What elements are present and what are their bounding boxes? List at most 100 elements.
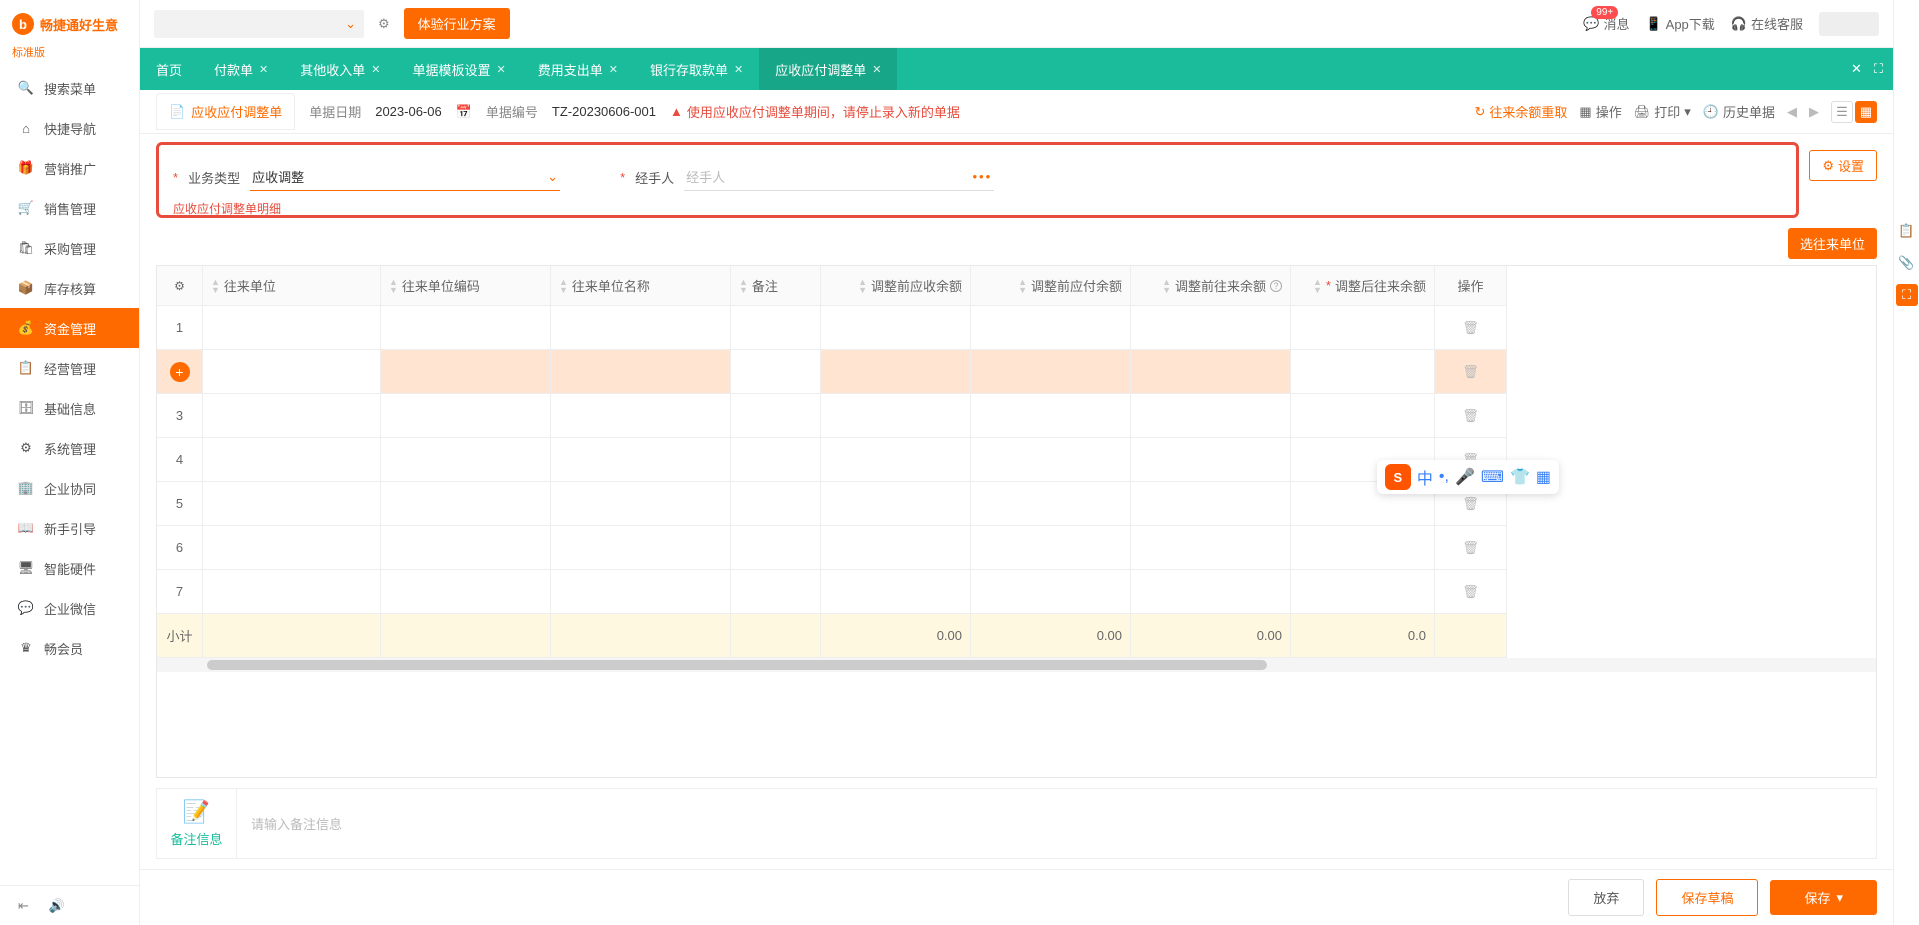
tabs-close-all-icon[interactable]: ✕ — [1851, 61, 1862, 77]
scrollbar-thumb[interactable] — [207, 660, 1267, 670]
cell[interactable] — [821, 350, 971, 394]
cell[interactable] — [731, 438, 821, 482]
cell[interactable] — [1131, 350, 1291, 394]
col-after[interactable]: ▲▼*调整后往来余额 — [1291, 266, 1435, 306]
cell[interactable] — [203, 482, 381, 526]
col-name[interactable]: ▲▼往来单位名称 — [551, 266, 731, 306]
user-avatar[interactable] — [1819, 12, 1879, 36]
cell[interactable] — [381, 482, 551, 526]
close-icon[interactable]: ✕ — [371, 63, 380, 76]
cell[interactable] — [1131, 526, 1291, 570]
save-button[interactable]: 保存▾ — [1770, 880, 1877, 915]
settings-button[interactable]: ⚙设置 — [1809, 150, 1877, 181]
cell[interactable] — [1131, 438, 1291, 482]
nav-home[interactable]: ⌂快捷导航 — [0, 108, 139, 148]
h-scrollbar[interactable] — [157, 658, 1876, 672]
ime-keyboard-icon[interactable]: ⌨ — [1481, 467, 1504, 487]
cell[interactable] — [203, 570, 381, 614]
cell[interactable] — [821, 306, 971, 350]
select-unit-button[interactable]: 选往来单位 — [1788, 228, 1877, 259]
tab-payment[interactable]: 付款单✕ — [198, 48, 284, 90]
cell[interactable] — [203, 438, 381, 482]
dock-note-button[interactable]: 📋 — [1896, 220, 1918, 242]
nav-system[interactable]: ⚙系统管理 — [0, 428, 139, 468]
cell[interactable] — [971, 526, 1131, 570]
cell[interactable] — [381, 394, 551, 438]
close-icon[interactable]: ✕ — [872, 63, 881, 76]
view-list-button[interactable]: ☰ — [1831, 101, 1853, 123]
history-button[interactable]: 🕘历史单据 — [1703, 102, 1775, 121]
remark-input[interactable]: 请输入备注信息 — [237, 800, 1876, 847]
dock-expand-button[interactable]: ⛶ — [1896, 284, 1918, 306]
messages-button[interactable]: 💬消息99+ — [1583, 14, 1629, 33]
cell[interactable] — [381, 306, 551, 350]
cell[interactable] — [971, 570, 1131, 614]
tab-bank[interactable]: 银行存取款单✕ — [634, 48, 759, 90]
cell[interactable] — [381, 526, 551, 570]
ime-mic-icon[interactable]: 🎤 — [1455, 467, 1475, 487]
more-icon[interactable]: ••• — [973, 169, 993, 184]
cell[interactable] — [1291, 570, 1435, 614]
nav-marketing[interactable]: 🎁营销推广 — [0, 148, 139, 188]
cell[interactable] — [731, 570, 821, 614]
cell[interactable] — [551, 526, 731, 570]
print-button[interactable]: 🖨打印▾ — [1634, 102, 1691, 121]
col-recv[interactable]: ▲▼调整前应收余额 — [821, 266, 971, 306]
cell[interactable] — [551, 570, 731, 614]
nav-guide[interactable]: 📖新手引导 — [0, 508, 139, 548]
cell[interactable] — [381, 438, 551, 482]
col-pay[interactable]: ▲▼调整前应付余额 — [971, 266, 1131, 306]
close-icon[interactable]: ✕ — [497, 63, 506, 76]
dock-attach-button[interactable]: 📎 — [1896, 252, 1918, 274]
tab-adjust[interactable]: 应收应付调整单✕ — [759, 48, 897, 90]
prev-icon[interactable]: ◀ — [1787, 104, 1797, 120]
reget-balance-button[interactable]: ↻往来余额重取 — [1475, 102, 1568, 121]
col-unit[interactable]: ▲▼往来单位 — [203, 266, 381, 306]
biz-type-select[interactable]: 应收调整⌄ — [250, 163, 560, 191]
cell[interactable] — [203, 526, 381, 570]
cell[interactable] — [971, 482, 1131, 526]
customer-service-button[interactable]: 🎧在线客服 — [1731, 14, 1803, 33]
handler-input[interactable]: 经手人••• — [684, 163, 994, 191]
cell[interactable] — [731, 482, 821, 526]
ime-punct-icon[interactable]: •, — [1439, 468, 1449, 486]
try-industry-button[interactable]: 体验行业方案 — [404, 8, 510, 39]
cell[interactable] — [381, 570, 551, 614]
close-icon[interactable]: ✕ — [609, 63, 618, 76]
delete-row-button[interactable]: 🗑 — [1435, 394, 1507, 438]
col-remark[interactable]: ▲▼备注 — [731, 266, 821, 306]
discard-button[interactable]: 放弃 — [1568, 879, 1644, 916]
app-download-button[interactable]: 📱App下载 — [1645, 14, 1714, 33]
calendar-icon[interactable]: 📅 — [456, 104, 472, 120]
nav-basic[interactable]: 🗄基础信息 — [0, 388, 139, 428]
nav-vip[interactable]: ♛畅会员 — [0, 628, 139, 668]
delete-row-button[interactable]: 🗑 — [1435, 350, 1507, 394]
nav-hardware[interactable]: 🖥智能硬件 — [0, 548, 139, 588]
cell[interactable] — [971, 350, 1131, 394]
tab-expense[interactable]: 费用支出单✕ — [522, 48, 634, 90]
settings-icon[interactable]: ⚙ — [378, 16, 390, 32]
cell[interactable] — [203, 306, 381, 350]
cell[interactable] — [821, 526, 971, 570]
col-before[interactable]: ▲▼调整前往来余额? — [1131, 266, 1291, 306]
cell[interactable] — [971, 306, 1131, 350]
cell[interactable] — [551, 394, 731, 438]
cell[interactable] — [1291, 350, 1435, 394]
nav-sales[interactable]: 🛒销售管理 — [0, 188, 139, 228]
cell[interactable] — [1131, 482, 1291, 526]
cell[interactable] — [821, 570, 971, 614]
cell[interactable] — [203, 394, 381, 438]
nav-search[interactable]: 🔍搜索菜单 — [0, 68, 139, 108]
next-icon[interactable]: ▶ — [1809, 104, 1819, 120]
ime-skin-icon[interactable]: 👕 — [1510, 467, 1530, 487]
cell[interactable] — [203, 350, 381, 394]
cell[interactable] — [1291, 306, 1435, 350]
cell[interactable] — [821, 394, 971, 438]
nav-funds[interactable]: 💰资金管理 — [0, 308, 139, 348]
tab-template[interactable]: 单据模板设置✕ — [396, 48, 521, 90]
ime-tools-icon[interactable]: ▦ — [1536, 467, 1551, 487]
close-icon[interactable]: ✕ — [259, 63, 268, 76]
help-icon[interactable]: ? — [1270, 280, 1282, 292]
cell[interactable] — [1131, 570, 1291, 614]
add-row-button[interactable]: + — [157, 350, 203, 394]
